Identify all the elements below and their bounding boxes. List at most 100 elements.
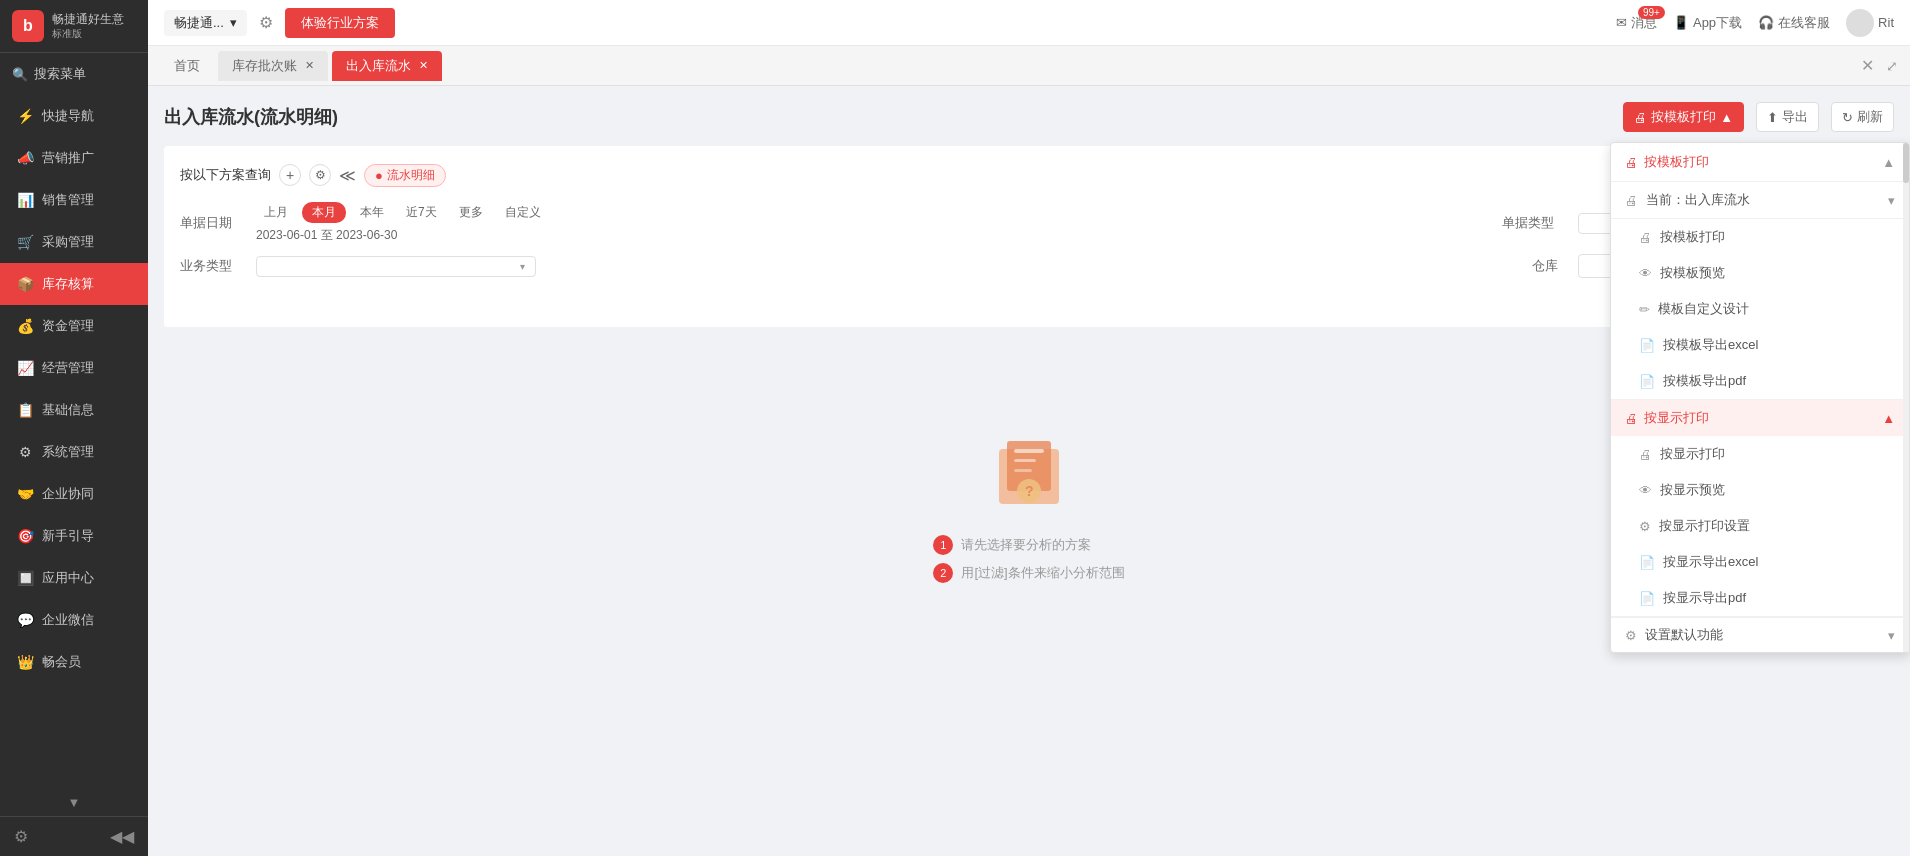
tab-home-label: 首页 xyxy=(174,57,200,75)
dropdown-display-preview[interactable]: 👁 按显示预览 xyxy=(1611,472,1909,508)
sidebar-item-sales[interactable]: 📊 销售管理 xyxy=(0,179,148,221)
page-actions: 🖨 按模板打印 ▲ ⬆ 导出 ↻ 刷新 xyxy=(1623,102,1894,132)
sidebar-item-quick-nav[interactable]: ⚡ 快捷导航 xyxy=(0,95,148,137)
dropdown-current[interactable]: 🖨 当前：出入库流水 ▾ xyxy=(1611,182,1909,219)
step-2-text: 用[过滤]条件来缩小分析范围 xyxy=(961,564,1124,582)
sidebar-item-label: 企业微信 xyxy=(42,611,94,629)
settings-bottom-icon[interactable]: ⚙ xyxy=(14,827,28,846)
dropdown-template-preview[interactable]: 👁 按模板预览 xyxy=(1611,255,1909,291)
dropdown-scrollbar-thumb[interactable] xyxy=(1903,143,1909,183)
eye-icon: 👁 xyxy=(1639,266,1652,281)
sidebar-item-guide[interactable]: 🎯 新手引导 xyxy=(0,515,148,557)
dropdown-template-pdf[interactable]: 📄 按模板导出pdf xyxy=(1611,363,1909,399)
tab-bar-expand-icon[interactable]: ⤢ xyxy=(1886,58,1898,74)
sidebar-item-label: 营销推广 xyxy=(42,149,94,167)
phone-icon: 📱 xyxy=(1673,15,1689,30)
sidebar-search-area[interactable]: 🔍 搜索菜单 xyxy=(0,53,148,95)
tab-bar-close-icon[interactable]: ✕ xyxy=(1861,56,1874,75)
user-avatar-area[interactable]: Rit xyxy=(1846,9,1894,37)
search-menu-label: 搜索菜单 xyxy=(34,65,86,83)
template-section: 🖨 按模板打印 👁 按模板预览 ✏ 模板自定义设计 📄 按模板导出excel xyxy=(1611,219,1909,400)
sidebar-item-appstore[interactable]: 🔲 应用中心 xyxy=(0,557,148,599)
refresh-label: 刷新 xyxy=(1857,108,1883,126)
app-download-btn[interactable]: 📱 App下载 xyxy=(1673,14,1742,32)
dropdown-template-design[interactable]: ✏ 模板自定义设计 xyxy=(1611,291,1909,327)
header-right: ✉ 消息 99+ 📱 App下载 🎧 在线客服 Rit xyxy=(1616,9,1894,37)
date-shortcut-custom[interactable]: 自定义 xyxy=(497,202,549,223)
display-section-icon: 🖨 xyxy=(1625,411,1638,426)
sidebar-item-cooperation[interactable]: 🤝 企业协同 xyxy=(0,473,148,515)
dropdown-template-print[interactable]: 🖨 按模板打印 xyxy=(1611,219,1909,255)
display-section-arrow[interactable]: ▲ xyxy=(1882,411,1895,426)
company-name: 畅捷通好生意 xyxy=(52,11,124,28)
user-name: Rit xyxy=(1878,15,1894,30)
sidebar-item-wechat[interactable]: 💬 企业微信 xyxy=(0,599,148,641)
sidebar-item-member[interactable]: 👑 畅会员 xyxy=(0,641,148,683)
filter-settings-btn[interactable]: ⚙ xyxy=(309,164,331,186)
business-type-label: 业务类型 xyxy=(180,257,240,275)
date-label: 单据日期 xyxy=(180,214,240,232)
template-print-btn[interactable]: 🖨 按模板打印 ▲ xyxy=(1623,102,1744,132)
filter-add-btn[interactable]: + xyxy=(279,164,301,186)
search-menu-button[interactable]: 🔍 搜索菜单 xyxy=(12,61,136,87)
export-label: 导出 xyxy=(1782,108,1808,126)
sidebar-item-basic[interactable]: 📋 基础信息 xyxy=(0,389,148,431)
display-pdf-label: 按显示导出pdf xyxy=(1663,589,1746,607)
default-func-icon: ⚙ xyxy=(1625,628,1637,643)
template-print-arrow: ▲ xyxy=(1720,110,1733,125)
sidebar-scroll-down[interactable]: ▼ xyxy=(0,789,148,816)
dropdown-scrollbar-track[interactable] xyxy=(1903,143,1909,652)
collapse-sidebar-icon[interactable]: ◀◀ xyxy=(110,827,134,846)
date-shortcut-7days[interactable]: 近7天 xyxy=(398,202,445,223)
appstore-icon: 🔲 xyxy=(16,569,34,587)
dropdown-display-excel[interactable]: 📄 按显示导出excel xyxy=(1611,544,1909,580)
sidebar-item-finance[interactable]: 💰 资金管理 xyxy=(0,305,148,347)
date-shortcut-more[interactable]: 更多 xyxy=(451,202,491,223)
sidebar-item-label: 经营管理 xyxy=(42,359,94,377)
export-icon: ⬆ xyxy=(1767,110,1778,125)
refresh-btn[interactable]: ↻ 刷新 xyxy=(1831,102,1894,132)
dropdown-display-settings[interactable]: ⚙ 按显示打印设置 xyxy=(1611,508,1909,544)
header-settings-icon[interactable]: ⚙ xyxy=(259,13,273,32)
dropdown-display-pdf[interactable]: 📄 按显示导出pdf xyxy=(1611,580,1909,616)
filter-tag-label: 流水明细 xyxy=(387,167,435,184)
sidebar-item-system[interactable]: ⚙ 系统管理 xyxy=(0,431,148,473)
sidebar-item-marketing[interactable]: 📣 营销推广 xyxy=(0,137,148,179)
wechat-icon: 💬 xyxy=(16,611,34,629)
user-selector[interactable]: 畅捷通... ▾ xyxy=(164,10,247,36)
template-design-label: 模板自定义设计 xyxy=(1658,300,1749,318)
tab-home[interactable]: 首页 xyxy=(160,51,214,81)
dropdown-display-print[interactable]: 🖨 按显示打印 xyxy=(1611,436,1909,472)
industry-btn[interactable]: 体验行业方案 xyxy=(285,8,395,38)
purchase-icon: 🛒 xyxy=(16,233,34,251)
sidebar-item-inventory[interactable]: 📦 库存核算 xyxy=(0,263,148,305)
filter-tag[interactable]: ● 流水明细 xyxy=(364,164,446,187)
online-service-btn[interactable]: 🎧 在线客服 xyxy=(1758,14,1830,32)
display-section-header[interactable]: 🖨 按显示打印 ▲ xyxy=(1611,400,1909,436)
sidebar-item-purchase[interactable]: 🛒 采购管理 xyxy=(0,221,148,263)
dropdown-close-arrow[interactable]: ▲ xyxy=(1882,155,1895,170)
date-shortcut-last-month[interactable]: 上月 xyxy=(256,202,296,223)
filter-collapse-arrow[interactable]: ≪ xyxy=(339,166,356,185)
svg-rect-4 xyxy=(1014,469,1032,472)
dropdown-default-func[interactable]: ⚙ 设置默认功能 ▾ xyxy=(1611,617,1909,652)
svg-rect-2 xyxy=(1014,449,1044,453)
excel-icon-2: 📄 xyxy=(1639,555,1655,570)
tab-stock-flow-close[interactable]: ✕ xyxy=(419,59,428,72)
dropdown-template-excel[interactable]: 📄 按模板导出excel xyxy=(1611,327,1909,363)
notifications-btn[interactable]: ✉ 消息 99+ xyxy=(1616,14,1657,32)
business-type-select[interactable]: ▾ xyxy=(256,256,536,277)
sidebar-nav: ⚡ 快捷导航 📣 营销推广 📊 销售管理 🛒 采购管理 📦 库存核算 💰 xyxy=(0,95,148,789)
date-shortcut-this-year[interactable]: 本年 xyxy=(352,202,392,223)
export-btn[interactable]: ⬆ 导出 xyxy=(1756,102,1819,132)
page-header: 出入库流水(流水明细) 🖨 按模板打印 ▲ ⬆ 导出 ↻ 刷新 xyxy=(164,102,1894,132)
tab-batch-account[interactable]: 库存批次账 ✕ xyxy=(218,51,328,81)
template-preview-label: 按模板预览 xyxy=(1660,264,1725,282)
tab-stock-flow[interactable]: 出入库流水 ✕ xyxy=(332,51,442,81)
tab-batch-account-close[interactable]: ✕ xyxy=(305,59,314,72)
date-shortcut-this-month[interactable]: 本月 xyxy=(302,202,346,223)
sidebar-item-label: 销售管理 xyxy=(42,191,94,209)
sidebar: b 畅捷通好生意 标准版 🔍 搜索菜单 ⚡ 快捷导航 📣 营销推广 xyxy=(0,0,148,856)
sidebar-item-operation[interactable]: 📈 经营管理 xyxy=(0,347,148,389)
dropdown-panel: 🖨 按模板打印 ▲ 🖨 当前：出入库流水 ▾ 🖨 xyxy=(1610,142,1910,653)
